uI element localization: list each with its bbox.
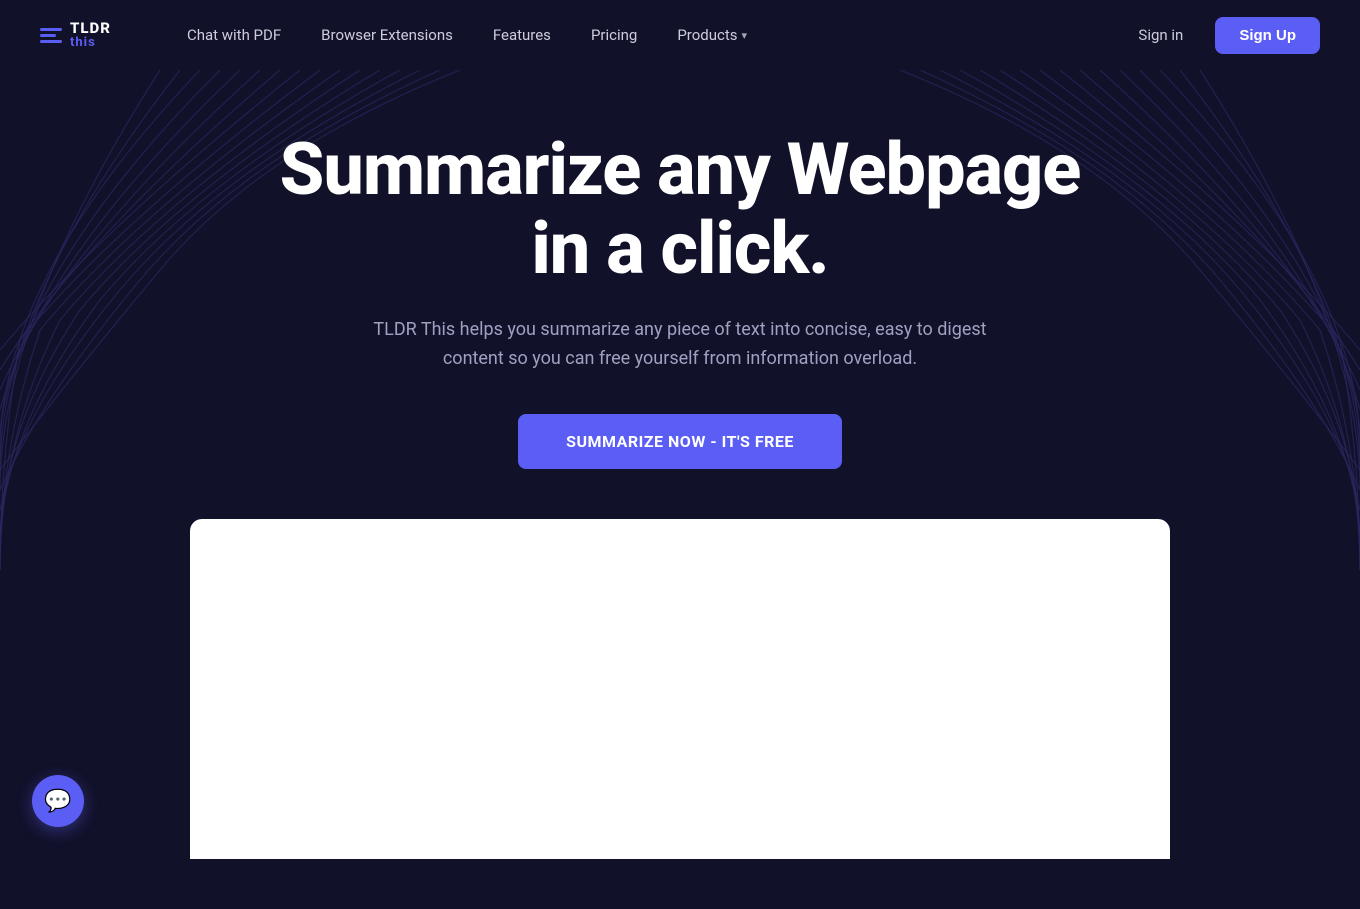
nav-links: Chat with PDF Browser Extensions Feature… (171, 18, 1122, 52)
logo-link[interactable]: TLDR this (40, 21, 111, 49)
nav-right: Sign in Sign Up (1122, 17, 1320, 54)
nav-browser-extensions[interactable]: Browser Extensions (305, 18, 469, 52)
navbar: TLDR this Chat with PDF Browser Extensio… (0, 0, 1360, 70)
hero-section: .wave-line { fill: none; stroke: #2a2860… (0, 70, 1360, 909)
chat-widget-button[interactable]: 💬 (32, 775, 84, 827)
logo-this: this (70, 36, 111, 49)
nav-pricing[interactable]: Pricing (575, 18, 653, 52)
nav-features[interactable]: Features (477, 18, 567, 52)
cta-button[interactable]: SUMMARIZE NOW - IT'S FREE (518, 414, 842, 469)
hero-title: Summarize any Webpage in a click. (20, 130, 1340, 288)
logo-icon (40, 28, 62, 43)
logo-bar-2 (40, 34, 56, 37)
preview-section (190, 519, 1170, 859)
chat-icon: 💬 (44, 789, 71, 814)
nav-chat-with-pdf[interactable]: Chat with PDF (171, 18, 297, 52)
products-dropdown-arrow: ▾ (742, 29, 748, 42)
hero-content: Summarize any Webpage in a click. TLDR T… (20, 130, 1340, 469)
logo-text: TLDR this (70, 21, 111, 49)
signin-link[interactable]: Sign in (1122, 18, 1199, 52)
logo-bar-3 (40, 40, 62, 43)
hero-subtitle: TLDR This helps you summarize any piece … (360, 316, 1000, 374)
signup-button[interactable]: Sign Up (1215, 17, 1320, 54)
logo-bar-1 (40, 28, 62, 31)
preview-box (190, 519, 1170, 859)
nav-products[interactable]: Products ▾ (661, 18, 763, 52)
logo-tldr: TLDR (70, 21, 111, 36)
